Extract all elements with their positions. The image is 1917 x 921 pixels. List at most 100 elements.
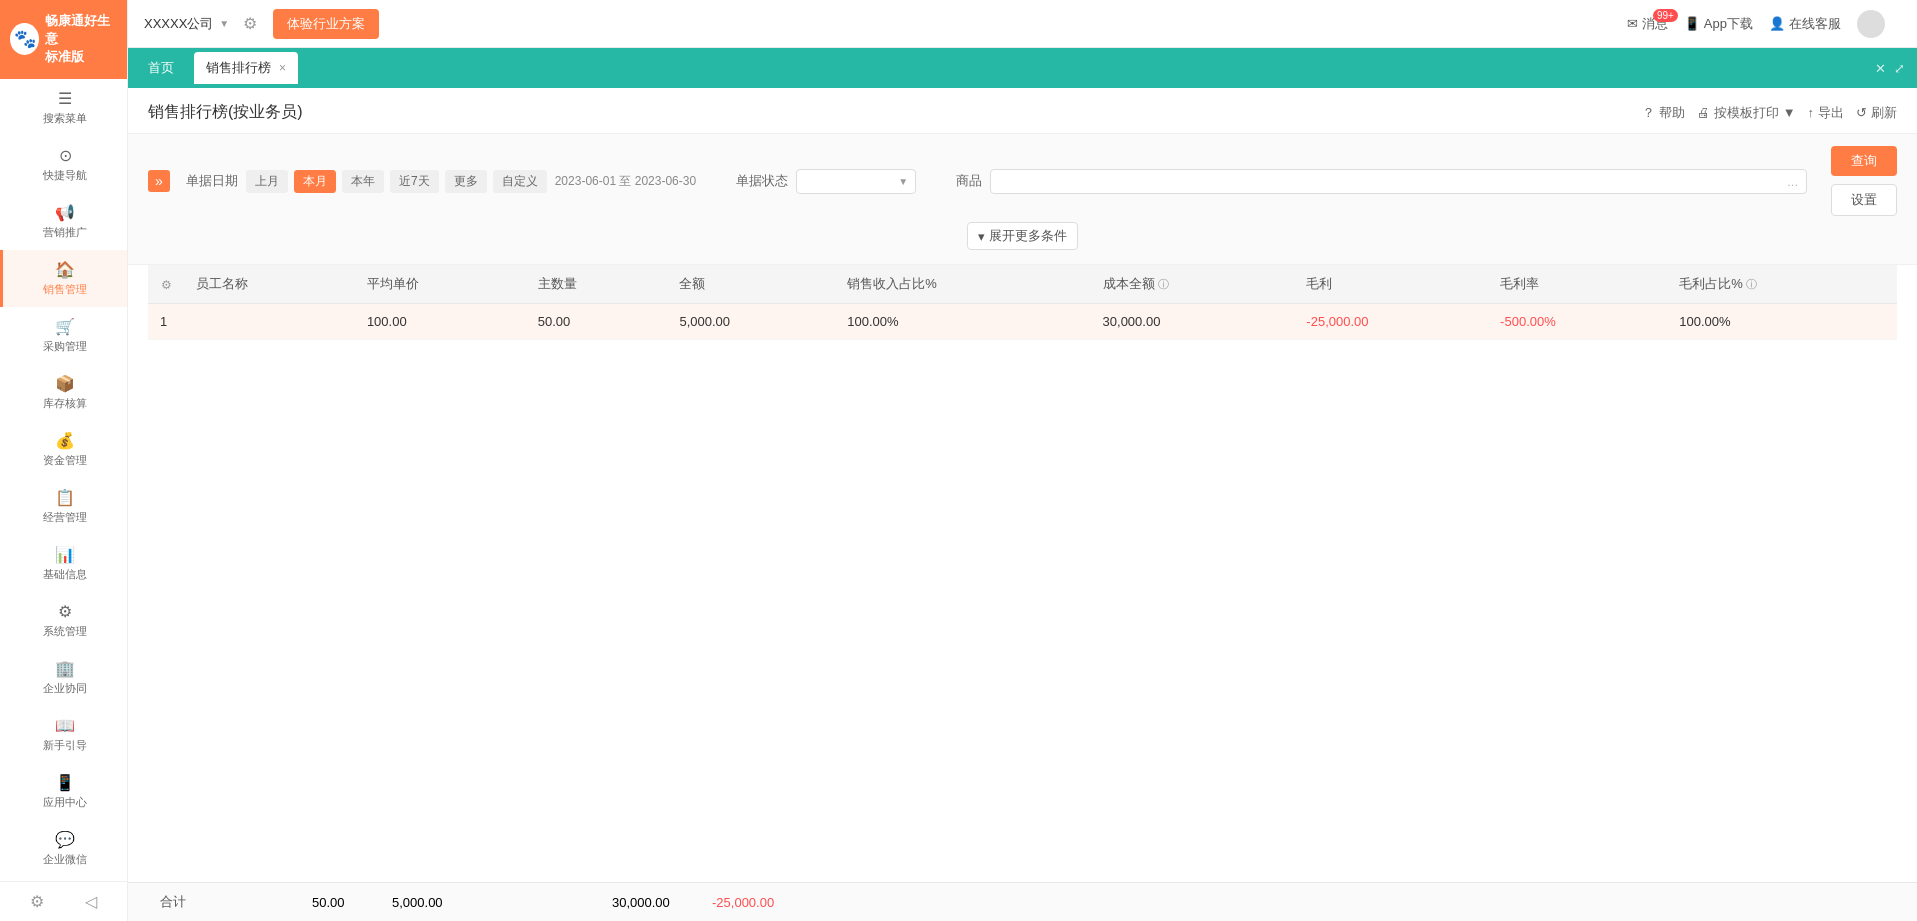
tab-close-window-icon[interactable]: ✕ — [1875, 61, 1886, 76]
quick-nav-icon: ⊙ — [59, 146, 72, 165]
company-dropdown-icon: ▼ — [219, 18, 229, 29]
th-main-qty: 主数量 — [526, 265, 668, 304]
page-header: 销售排行榜(按业务员) ？ 帮助 🖨 按模板打印 ▼ ↑ 导出 ↺ 刷新 — [128, 88, 1917, 134]
total-cost-amount: 30,000.00 — [600, 895, 700, 910]
filter-more-row: ▾ 展开更多条件 — [148, 216, 1897, 252]
print-dropdown-icon: ▼ — [1783, 105, 1796, 120]
content-area: 销售排行榜(按业务员) ？ 帮助 🖨 按模板打印 ▼ ↑ 导出 ↺ 刷新 — [128, 88, 1917, 921]
goods-input[interactable]: ... — [990, 169, 1807, 194]
expand-more-btn[interactable]: ▾ 展开更多条件 — [967, 222, 1078, 250]
sidebar-bottom: ⚙ ◁ — [0, 881, 127, 921]
tab-close-icon[interactable]: × — [279, 61, 286, 75]
sidebar-item-basic-info[interactable]: 📊 基础信息 — [0, 535, 127, 592]
cost-amount-info-icon[interactable]: ⓘ — [1158, 278, 1169, 290]
help-btn[interactable]: ？ 帮助 — [1642, 104, 1685, 122]
sidebar-nav: ☰ 搜索菜单 ⊙ 快捷导航 📢 营销推广 🏠 销售管理 🛒 采购管理 📦 库存核… — [0, 79, 127, 881]
message-btn[interactable]: ✉ 消息 99+ — [1627, 15, 1668, 33]
goods-label: 商品 — [956, 172, 982, 190]
total-amount: 5,000.00 — [380, 895, 480, 910]
wechat-icon: 💬 — [55, 830, 75, 849]
sidebar-item-purchase[interactable]: 🛒 采购管理 — [0, 307, 127, 364]
message-icon: ✉ — [1627, 16, 1638, 31]
filter-expand-btn[interactable]: » — [148, 170, 170, 192]
date-btn-more[interactable]: 更多 — [445, 170, 487, 193]
cell-sales-pct: 100.00% — [835, 304, 1090, 340]
sidebar-item-system[interactable]: ⚙ 系统管理 — [0, 592, 127, 649]
sidebar-item-finance[interactable]: 💰 资金管理 — [0, 421, 127, 478]
tab-home[interactable]: 首页 — [132, 48, 190, 88]
page-title: 销售排行榜(按业务员) — [148, 102, 303, 123]
sidebar-settings-icon[interactable]: ⚙ — [30, 892, 44, 911]
th-gross-rate: 毛利率 — [1488, 265, 1667, 304]
app-center-icon: 📱 — [55, 773, 75, 792]
cell-amount: 5,000.00 — [667, 304, 835, 340]
tab-sales-ranking[interactable]: 销售排行榜 × — [194, 52, 298, 84]
expand-icon: ▾ — [978, 229, 985, 244]
th-settings: ⚙ — [148, 265, 184, 304]
print-btn[interactable]: 🖨 按模板打印 ▼ — [1697, 104, 1796, 122]
search-menu-icon: ☰ — [58, 89, 72, 108]
service-icon: 👤 — [1769, 16, 1785, 31]
cell-name — [184, 304, 355, 340]
filter-row-1: » 单据日期 上月 本月 本年 近7天 更多 自定义 2023-06-01 至 … — [148, 146, 1897, 216]
print-icon: 🖨 — [1697, 105, 1710, 120]
sidebar-logo: 🐾 畅康通好生意 标准版 — [0, 0, 127, 79]
tab-maximize-icon[interactable]: ⤢ — [1894, 61, 1905, 76]
trial-btn[interactable]: 体验行业方案 — [273, 9, 379, 39]
company-selector[interactable]: XXXXX公司 ▼ — [144, 15, 229, 33]
status-select[interactable] — [796, 169, 916, 194]
app-download-btn[interactable]: 📱 App下载 — [1684, 15, 1753, 33]
app-icon: 📱 — [1684, 16, 1700, 31]
export-btn[interactable]: ↑ 导出 — [1808, 104, 1845, 122]
finance-icon: 💰 — [55, 431, 75, 450]
total-row: 合计 50.00 5,000.00 30,000.00 -25,000.00 — [148, 893, 1897, 911]
cell-index: 1 — [148, 304, 184, 340]
total-gross-profit: -25,000.00 — [700, 895, 800, 910]
total-label: 合计 — [160, 893, 220, 911]
th-name: 员工名称 — [184, 265, 355, 304]
topbar-gear-icon[interactable]: ⚙ — [243, 14, 257, 33]
cell-gross-profit: -25,000.00 — [1294, 304, 1488, 340]
avatar[interactable] — [1857, 10, 1885, 38]
sidebar-item-marketing[interactable]: 📢 营销推广 — [0, 193, 127, 250]
settings-btn[interactable]: 设置 — [1831, 184, 1897, 216]
column-settings-icon[interactable]: ⚙ — [161, 278, 172, 292]
date-btn-this-year[interactable]: 本年 — [342, 170, 384, 193]
status-filter-group: 单据状态 ▼ — [736, 169, 916, 194]
table-footer: 合计 50.00 5,000.00 30,000.00 -25,000.00 — [128, 882, 1917, 921]
logo-icon: 🐾 — [10, 23, 39, 55]
sidebar-item-search[interactable]: ☰ 搜索菜单 — [0, 79, 127, 136]
date-btn-last-month[interactable]: 上月 — [246, 170, 288, 193]
refresh-icon: ↺ — [1856, 105, 1867, 120]
refresh-btn[interactable]: ↺ 刷新 — [1856, 104, 1897, 122]
sidebar-item-app-center[interactable]: 📱 应用中心 — [0, 763, 127, 820]
th-gross-profit: 毛利 — [1294, 265, 1488, 304]
table-row[interactable]: 1 100.00 50.00 5,000.00 100.00% 30,000.0… — [148, 304, 1897, 340]
main-area: XXXXX公司 ▼ ⚙ 体验行业方案 ✉ 消息 99+ 📱 App下载 👤 在线… — [128, 0, 1917, 921]
inventory-icon: 📦 — [55, 374, 75, 393]
sidebar-collapse-icon[interactable]: ◁ — [85, 892, 97, 911]
date-btn-7days[interactable]: 近7天 — [390, 170, 439, 193]
date-label: 单据日期 — [186, 172, 238, 190]
sidebar-item-guide[interactable]: 📖 新手引导 — [0, 706, 127, 763]
marketing-icon: 📢 — [55, 203, 75, 222]
gross-pct-info-icon[interactable]: ⓘ — [1746, 278, 1757, 290]
tabbar: 首页 销售排行榜 × ✕ ⤢ — [128, 48, 1917, 88]
sidebar-item-enterprise[interactable]: 🏢 企业协同 — [0, 649, 127, 706]
filter-bar: » 单据日期 上月 本月 本年 近7天 更多 自定义 2023-06-01 至 … — [128, 134, 1917, 265]
date-quick-buttons: 上月 本月 本年 近7天 更多 自定义 — [246, 170, 547, 193]
status-select-wrapper: ▼ — [796, 169, 916, 194]
online-service-btn[interactable]: 👤 在线客服 — [1769, 15, 1841, 33]
date-range-display: 2023-06-01 至 2023-06-30 — [555, 173, 696, 190]
sidebar-item-operations[interactable]: 📋 经营管理 — [0, 478, 127, 535]
date-btn-this-month[interactable]: 本月 — [294, 170, 336, 193]
basic-info-icon: 📊 — [55, 545, 75, 564]
sidebar-item-sales[interactable]: 🏠 销售管理 — [0, 250, 127, 307]
th-avg-price: 平均单价 — [355, 265, 526, 304]
date-btn-custom[interactable]: 自定义 — [493, 170, 547, 193]
sidebar-item-wechat[interactable]: 💬 企业微信 — [0, 820, 127, 877]
cell-main-qty: 50.00 — [526, 304, 668, 340]
sidebar-item-inventory[interactable]: 📦 库存核算 — [0, 364, 127, 421]
query-btn[interactable]: 查询 — [1831, 146, 1897, 176]
sidebar-item-quick-nav[interactable]: ⊙ 快捷导航 — [0, 136, 127, 193]
